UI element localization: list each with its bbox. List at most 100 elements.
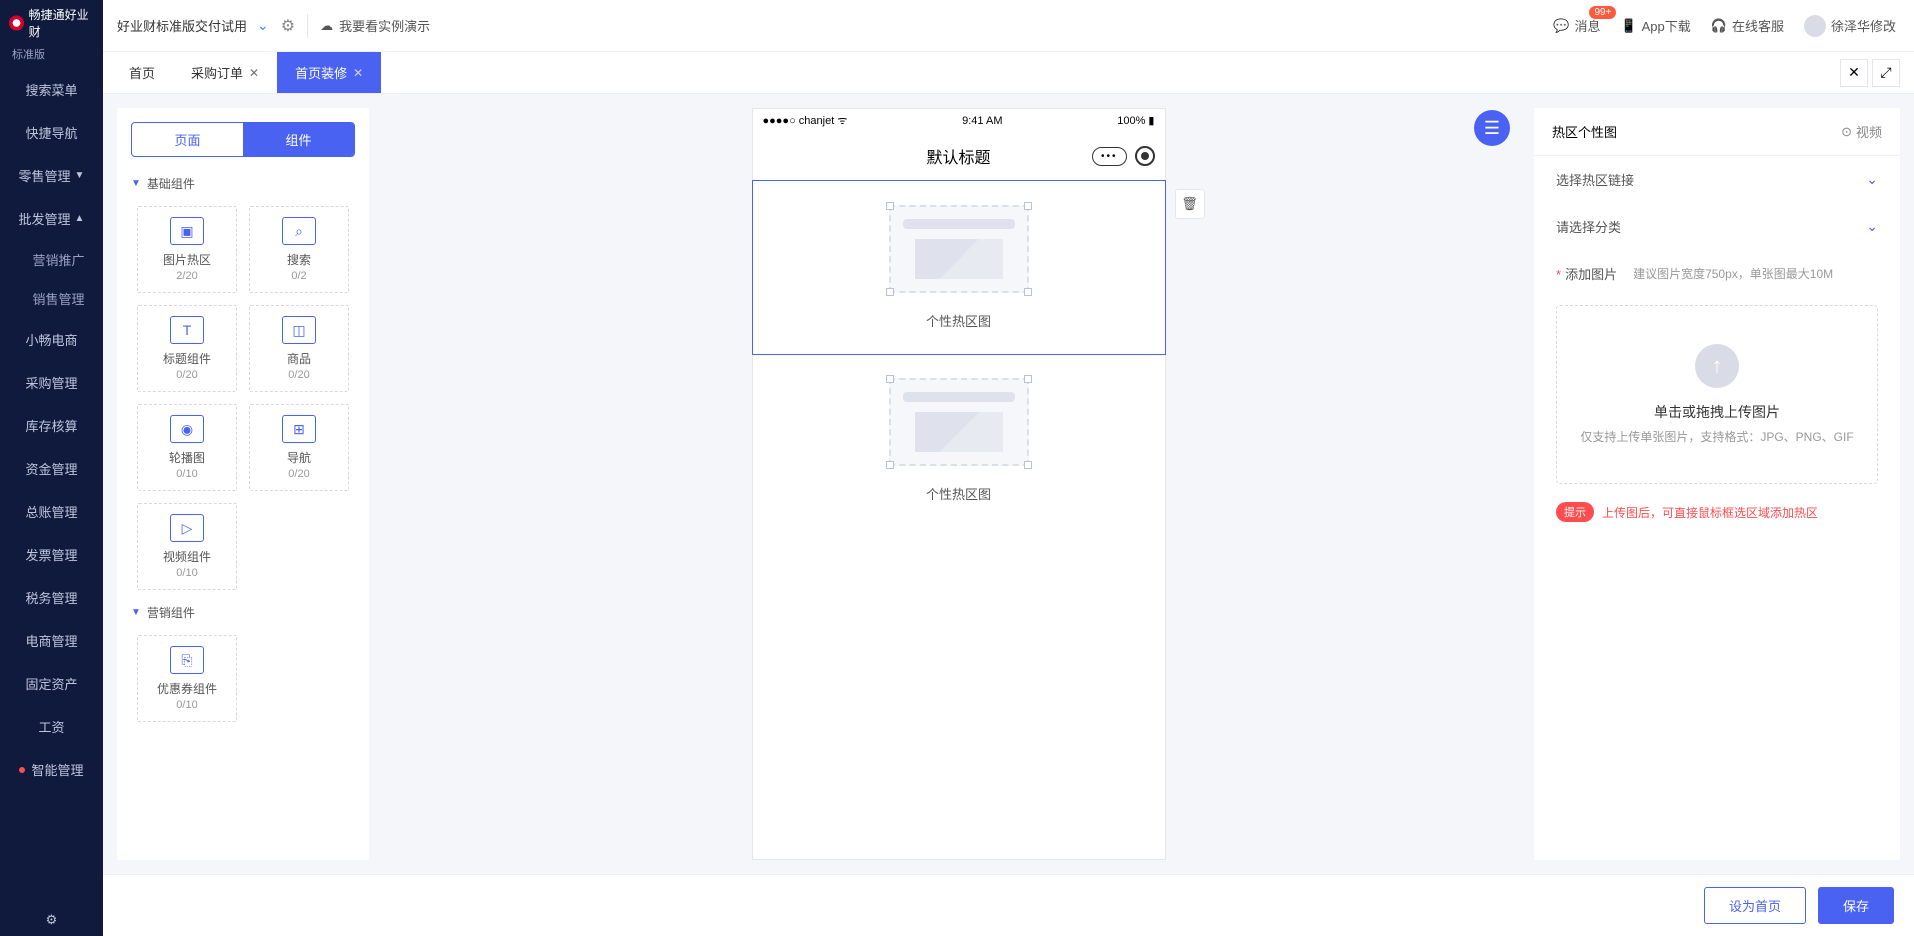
seg-component[interactable]: 组件 [243, 123, 354, 156]
sidebar-item[interactable]: 固定资产 [0, 662, 103, 705]
phone-title: 默认标题 [926, 150, 990, 167]
avatar-icon [1804, 15, 1826, 37]
sidebar-item[interactable]: 智能管理 [0, 748, 103, 791]
sidebar-item[interactable]: 搜索菜单 [0, 68, 103, 111]
user-menu[interactable]: 徐泽华修改 [1800, 11, 1900, 41]
component-item[interactable]: ⎘优惠券组件0/10 [137, 635, 237, 722]
caret-icon: ▲ [75, 213, 85, 224]
component-item[interactable]: ◫商品0/20 [249, 305, 349, 392]
sidebar-item[interactable]: 工资 [0, 705, 103, 748]
sidebar-item[interactable]: 快捷导航 [0, 111, 103, 154]
image-placeholder [889, 205, 1029, 293]
caret-icon: ▼ [75, 170, 85, 181]
sidebar-item[interactable]: 库存核算 [0, 404, 103, 447]
canvas: ☰ ●●●●○ chanjet ᯤ 9:41 AM 100% ▮ 默认标题 ••… [383, 94, 1534, 874]
delete-block-button[interactable]: 🗑 [1175, 189, 1205, 219]
phone-statusbar: ●●●●○ chanjet ᯤ 9:41 AM 100% ▮ [753, 109, 1165, 132]
component-item[interactable]: T标题组件0/20 [137, 305, 237, 392]
settings-icon[interactable]: ⚙ [281, 16, 295, 36]
sidebar-item[interactable]: 发票管理 [0, 533, 103, 576]
topbar: 好业财标准版交付试用 ⌄ ⚙ ☁ 我要看实例演示 💬 消息 99+ 📱 App下… [103, 0, 1914, 52]
demo-link[interactable]: ☁ 我要看实例演示 [320, 16, 430, 35]
component-item[interactable]: ▣图片热区2/20 [137, 206, 237, 293]
canvas-block[interactable]: 个性热区图 [753, 354, 1165, 527]
sidebar-item[interactable]: 小畅电商 [0, 318, 103, 361]
sidebar: 畅捷通好业财 标准版 搜索菜单快捷导航零售管理▼批发管理▲营销推广销售管理小畅电… [0, 0, 103, 936]
tab[interactable]: 采购订单✕ [173, 52, 277, 93]
sidebar-item[interactable]: 资金管理 [0, 447, 103, 490]
sidebar-item[interactable]: 总账管理 [0, 490, 103, 533]
support-button[interactable]: 🎧 在线客服 [1707, 12, 1788, 39]
brand-icon [8, 14, 25, 32]
headset-icon: 🎧 [1711, 18, 1727, 34]
component-icon: ▷ [170, 514, 204, 542]
trial-selector[interactable]: 好业财标准版交付试用 ⌄ [117, 16, 269, 35]
triangle-down-icon: ▼ [131, 607, 141, 618]
sidebar-item[interactable]: 采购管理 [0, 361, 103, 404]
phone-title-bar: 默认标题 ••• [753, 132, 1165, 181]
category-select[interactable]: 请选择分类 ⌄ [1534, 203, 1900, 250]
phone-preview: ●●●●○ chanjet ᯤ 9:41 AM 100% ▮ 默认标题 ••• … [752, 108, 1166, 860]
component-panel: 页面 组件 ▼基础组件 ▣图片热区2/20⌕搜索0/2T标题组件0/20◫商品0/… [117, 108, 369, 860]
menu-fab[interactable]: ☰ [1474, 110, 1510, 146]
chevron-down-icon: ⌄ [1866, 171, 1878, 188]
seg-page[interactable]: 页面 [132, 123, 243, 156]
sidebar-item[interactable]: 电商管理 [0, 619, 103, 662]
chevron-down-icon: ⌄ [1866, 218, 1878, 235]
set-home-button[interactable]: 设为首页 [1704, 887, 1806, 924]
component-item[interactable]: ▷视频组件0/10 [137, 503, 237, 590]
chat-icon: 💬 [1553, 18, 1569, 34]
hot-dot-icon [19, 767, 25, 773]
brand-name: 畅捷通好业财 [29, 6, 95, 40]
app-download-button[interactable]: 📱 App下载 [1616, 12, 1694, 39]
component-item[interactable]: ⊞导航0/20 [249, 404, 349, 491]
component-item[interactable]: ⌕搜索0/2 [249, 206, 349, 293]
tab[interactable]: 首页装修✕ [277, 52, 381, 93]
sidebar-item[interactable]: 税务管理 [0, 576, 103, 619]
component-icon: ◉ [170, 415, 204, 443]
tab-close-icon[interactable]: ✕ [353, 66, 363, 80]
messages-button[interactable]: 💬 消息 99+ [1549, 12, 1604, 39]
tip-badge: 提示 [1556, 502, 1594, 522]
main-area: 好业财标准版交付试用 ⌄ ⚙ ☁ 我要看实例演示 💬 消息 99+ 📱 App下… [103, 0, 1914, 936]
target-icon[interactable] [1135, 146, 1155, 166]
component-icon: ▣ [170, 217, 204, 245]
hotspot-link-select[interactable]: 选择热区链接 ⌄ [1534, 156, 1900, 203]
tab-expand-button[interactable]: ⤢ [1872, 59, 1900, 87]
tab[interactable]: 首页 [111, 52, 173, 93]
more-icon[interactable]: ••• [1092, 147, 1127, 166]
sidebar-subitem[interactable]: 销售管理 [0, 279, 103, 318]
divider [307, 14, 308, 38]
component-item[interactable]: ◉轮播图0/10 [137, 404, 237, 491]
brand-logo: 畅捷通好业财 [0, 0, 103, 46]
component-group-header[interactable]: ▼基础组件 [117, 171, 369, 196]
upload-dropzone[interactable]: ↑ 单击或拖拽上传图片 仅支持上传单张图片，支持格式：JPG、PNG、GIF [1556, 305, 1878, 484]
upload-icon: ↑ [1695, 344, 1739, 388]
component-group-header[interactable]: ▼营销组件 [117, 600, 369, 625]
sidebar-item[interactable]: 批发管理▲ [0, 197, 103, 240]
tip-row: 提示 上传图后，可直接鼠标框选区域添加热区 [1534, 492, 1900, 532]
tab-close-all-button[interactable]: ✕ [1840, 59, 1868, 87]
save-button[interactable]: 保存 [1818, 887, 1894, 924]
component-icon: ⊞ [282, 415, 316, 443]
expand-icon: ⤢ [1880, 64, 1891, 81]
component-icon: ⌕ [282, 217, 316, 245]
footer: 设为首页 保存 [103, 874, 1914, 936]
sidebar-settings[interactable]: ⚙ [0, 904, 103, 936]
component-icon: T [170, 316, 204, 344]
sidebar-item[interactable]: 零售管理▼ [0, 154, 103, 197]
canvas-block[interactable]: 个性热区图🗑 [753, 181, 1165, 354]
video-help-link[interactable]: ⊙ 视频 [1841, 122, 1882, 141]
gear-icon: ⚙ [46, 912, 58, 927]
close-icon: ✕ [1848, 64, 1860, 81]
component-icon: ◫ [282, 316, 316, 344]
edition-label: 标准版 [0, 46, 103, 68]
triangle-down-icon: ▼ [131, 178, 141, 189]
properties-panel: 热区个性图 ⊙ 视频 选择热区链接 ⌄ 请选择分类 ⌄ *添加图片 建议图片宽度 [1534, 108, 1900, 860]
component-icon: ⎘ [170, 646, 204, 674]
tab-close-icon[interactable]: ✕ [249, 66, 259, 80]
play-icon: ⊙ [1841, 124, 1852, 140]
editor: 页面 组件 ▼基础组件 ▣图片热区2/20⌕搜索0/2T标题组件0/20◫商品0/… [103, 94, 1914, 874]
sidebar-subitem[interactable]: 营销推广 [0, 240, 103, 279]
segmented-control: 页面 组件 [131, 122, 355, 157]
